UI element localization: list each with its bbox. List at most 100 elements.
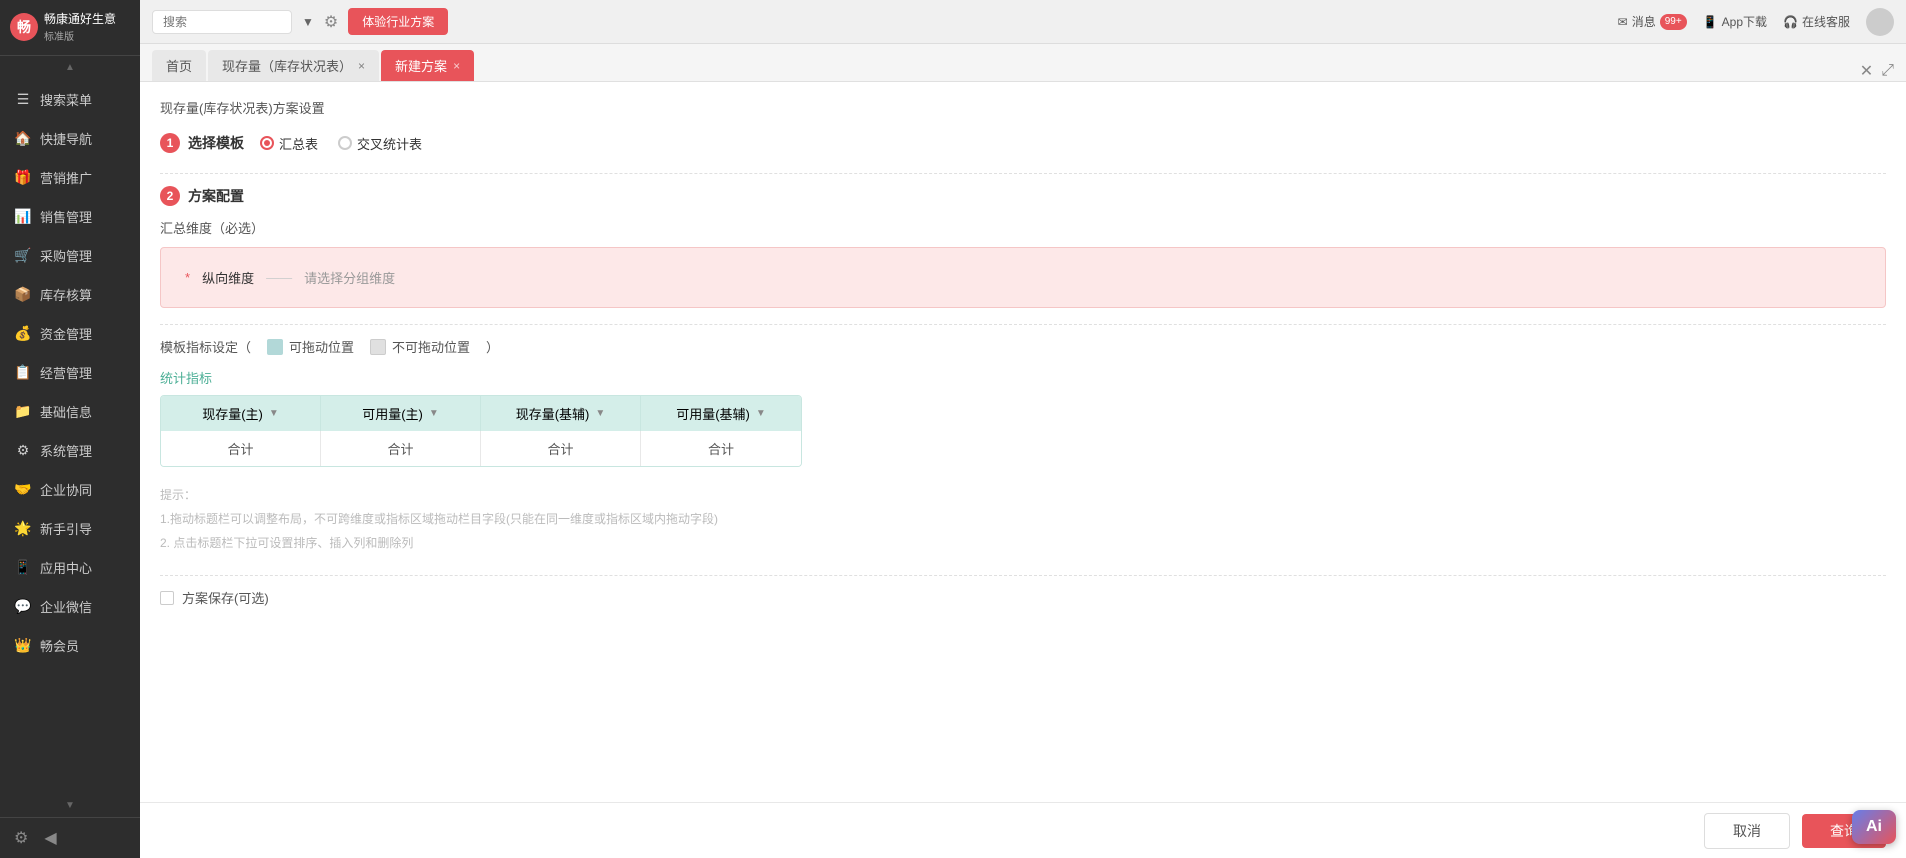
section1-number: 1 xyxy=(160,133,180,153)
sidebar-item-label: 系统管理 xyxy=(40,441,92,460)
folder-icon: 📁 xyxy=(14,403,32,420)
sidebar-item-operations[interactable]: 📋 经营管理 xyxy=(0,353,140,392)
tab-new-scheme-label: 新建方案 xyxy=(395,56,447,75)
topbar-gear-icon[interactable]: ⚙ xyxy=(324,12,338,32)
logo-icon: 畅 xyxy=(10,13,38,41)
divider-2 xyxy=(160,324,1886,325)
money-icon: 💰 xyxy=(14,325,32,342)
section1-title: 选择模板 xyxy=(188,133,244,153)
sidebar-item-purchase[interactable]: 🛒 采购管理 xyxy=(0,236,140,275)
legend-draggable-label: 可拖动位置 xyxy=(289,337,354,356)
sidebar-item-label: 基础信息 xyxy=(40,402,92,421)
headset-icon: 🎧 xyxy=(1783,15,1798,29)
aggregate-dimension-label: 汇总维度（必选） xyxy=(160,218,1886,237)
sidebar-item-cooperation[interactable]: 🤝 企业协同 xyxy=(0,470,140,509)
sidebar-item-system[interactable]: ⚙ 系统管理 xyxy=(0,431,140,470)
sidebar-item-weixin[interactable]: 💬 企业微信 xyxy=(0,587,140,626)
stats-header-col-1: 可用量(主) ▼ xyxy=(321,396,481,431)
sidebar-item-label: 应用中心 xyxy=(40,558,92,577)
trial-button[interactable]: 体验行业方案 xyxy=(348,8,448,35)
main-area: ▼ ⚙ 体验行业方案 ✉ 消息 99+ 📱 App下载 🎧 在线客服 首页 xyxy=(140,0,1906,858)
app-name: 畅康通好生意 xyxy=(44,12,116,28)
sidebar-item-member[interactable]: 👑 畅会员 xyxy=(0,626,140,665)
section-config: 2 方案配置 汇总维度（必选） * 纵向维度 —— 请选择分组维度 模板指标设定… xyxy=(160,186,1886,555)
required-mark: * xyxy=(185,270,190,285)
user-avatar[interactable] xyxy=(1866,8,1894,36)
stats-col0-dropdown[interactable]: ▼ xyxy=(269,408,279,419)
tab-new-scheme[interactable]: 新建方案 × xyxy=(381,50,474,81)
weixin-icon: 💬 xyxy=(14,598,32,615)
radio-cross-label: 交叉统计表 xyxy=(357,134,422,153)
stats-col0-label: 现存量(主) xyxy=(202,404,263,423)
dimension-area: * 纵向维度 —— 请选择分组维度 xyxy=(160,247,1886,308)
stats-col3-label: 可用量(基辅) xyxy=(676,404,750,423)
sidebar-scroll-up[interactable]: ▲ xyxy=(0,56,140,80)
sidebar-nav: ☰ 搜索菜单 🏠 快捷导航 🎁 营销推广 📊 销售管理 🛒 采购管理 📦 库存核… xyxy=(0,80,140,793)
sidebar-item-label: 销售管理 xyxy=(40,207,92,226)
search-input[interactable] xyxy=(152,10,292,34)
sidebar-item-inventory[interactable]: 📦 库存核算 xyxy=(0,275,140,314)
cancel-button[interactable]: 取消 xyxy=(1704,813,1790,849)
sidebar-item-quick-nav[interactable]: 🏠 快捷导航 xyxy=(0,119,140,158)
tab-inventory[interactable]: 现存量（库存状况表） × xyxy=(208,50,379,81)
stats-col3-dropdown[interactable]: ▼ xyxy=(756,408,766,419)
online-service-label: 在线客服 xyxy=(1802,13,1850,30)
save-checkbox[interactable] xyxy=(160,591,174,605)
section2-number: 2 xyxy=(160,186,180,206)
section1-header: 1 选择模板 汇总表 交叉统计表 xyxy=(160,133,1886,153)
stats-body-col-0: 合计 xyxy=(161,431,321,466)
topbar: ▼ ⚙ 体验行业方案 ✉ 消息 99+ 📱 App下载 🎧 在线客服 xyxy=(140,0,1906,44)
stats-col1-dropdown[interactable]: ▼ xyxy=(429,408,439,419)
template-radio-group: 汇总表 交叉统计表 xyxy=(260,134,422,153)
stats-col2-dropdown[interactable]: ▼ xyxy=(595,408,605,419)
ai-button[interactable]: Ai xyxy=(1852,810,1896,844)
sidebar-item-label: 企业微信 xyxy=(40,597,92,616)
gift-icon: 🎁 xyxy=(14,169,32,186)
stats-col2-label: 现存量(基辅) xyxy=(516,404,590,423)
stats-table-body: 合计 合计 合计 合计 xyxy=(161,431,801,466)
topbar-dropdown[interactable]: ▼ xyxy=(302,15,314,29)
sidebar-item-app-center[interactable]: 📱 应用中心 xyxy=(0,548,140,587)
sidebar-item-basic-info[interactable]: 📁 基础信息 xyxy=(0,392,140,431)
stats-header-col-0: 现存量(主) ▼ xyxy=(161,396,321,431)
save-checkbox-label: 方案保存(可选) xyxy=(182,588,269,607)
dimension-dash: —— xyxy=(266,270,292,285)
indicator-settings-row: 模板指标设定（ 可拖动位置 不可拖动位置 ） xyxy=(160,337,1886,356)
settings-icon[interactable]: ⚙ xyxy=(14,828,28,848)
radio-cross-circle xyxy=(338,136,352,150)
dimension-placeholder[interactable]: 请选择分组维度 xyxy=(304,268,395,287)
app-download-item[interactable]: 📱 App下载 xyxy=(1703,13,1767,30)
message-item[interactable]: ✉ 消息 99+ xyxy=(1618,13,1687,30)
tab-new-scheme-close[interactable]: × xyxy=(453,59,460,73)
star-icon: 🌟 xyxy=(14,520,32,537)
radio-summary-circle xyxy=(260,136,274,150)
expand-icon[interactable]: ⤢ xyxy=(1881,62,1894,80)
collapse-icon[interactable]: ◀ xyxy=(44,828,56,848)
sidebar-item-label: 快捷导航 xyxy=(40,129,92,148)
sidebar-item-marketing[interactable]: 🎁 营销推广 xyxy=(0,158,140,197)
radio-cross[interactable]: 交叉统计表 xyxy=(338,134,422,153)
app-edition: 标准版 xyxy=(44,28,116,43)
legend-not-draggable: 不可拖动位置 xyxy=(370,337,470,356)
online-service-item[interactable]: 🎧 在线客服 xyxy=(1783,13,1850,30)
content-area: 现存量(库存状况表)方案设置 1 选择模板 汇总表 交叉统计表 xyxy=(140,82,1906,802)
sidebar-item-label: 企业协同 xyxy=(40,480,92,499)
tab-inventory-close[interactable]: × xyxy=(358,59,365,73)
tab-home[interactable]: 首页 xyxy=(152,50,206,81)
sidebar-item-finance[interactable]: 💰 资金管理 xyxy=(0,314,140,353)
legend-draggable-box xyxy=(267,339,283,355)
tabs-actions: ✕ ⤢ xyxy=(1860,61,1894,81)
tab-home-label: 首页 xyxy=(166,56,192,75)
section2-title: 方案配置 xyxy=(188,186,244,206)
stats-col1-label: 可用量(主) xyxy=(362,404,423,423)
chevron-down-icon: ▼ xyxy=(302,15,314,29)
sidebar-scroll-down[interactable]: ▼ xyxy=(0,793,140,817)
app-download-label: App下载 xyxy=(1722,13,1767,30)
sidebar-item-search-menu[interactable]: ☰ 搜索菜单 xyxy=(0,80,140,119)
sidebar-item-sales[interactable]: 📊 销售管理 xyxy=(0,197,140,236)
close-icon[interactable]: ✕ xyxy=(1860,61,1873,81)
radio-summary[interactable]: 汇总表 xyxy=(260,134,318,153)
message-icon: ✉ xyxy=(1618,15,1628,29)
message-badge: 99+ xyxy=(1660,14,1687,30)
sidebar-item-newcomer[interactable]: 🌟 新手引导 xyxy=(0,509,140,548)
